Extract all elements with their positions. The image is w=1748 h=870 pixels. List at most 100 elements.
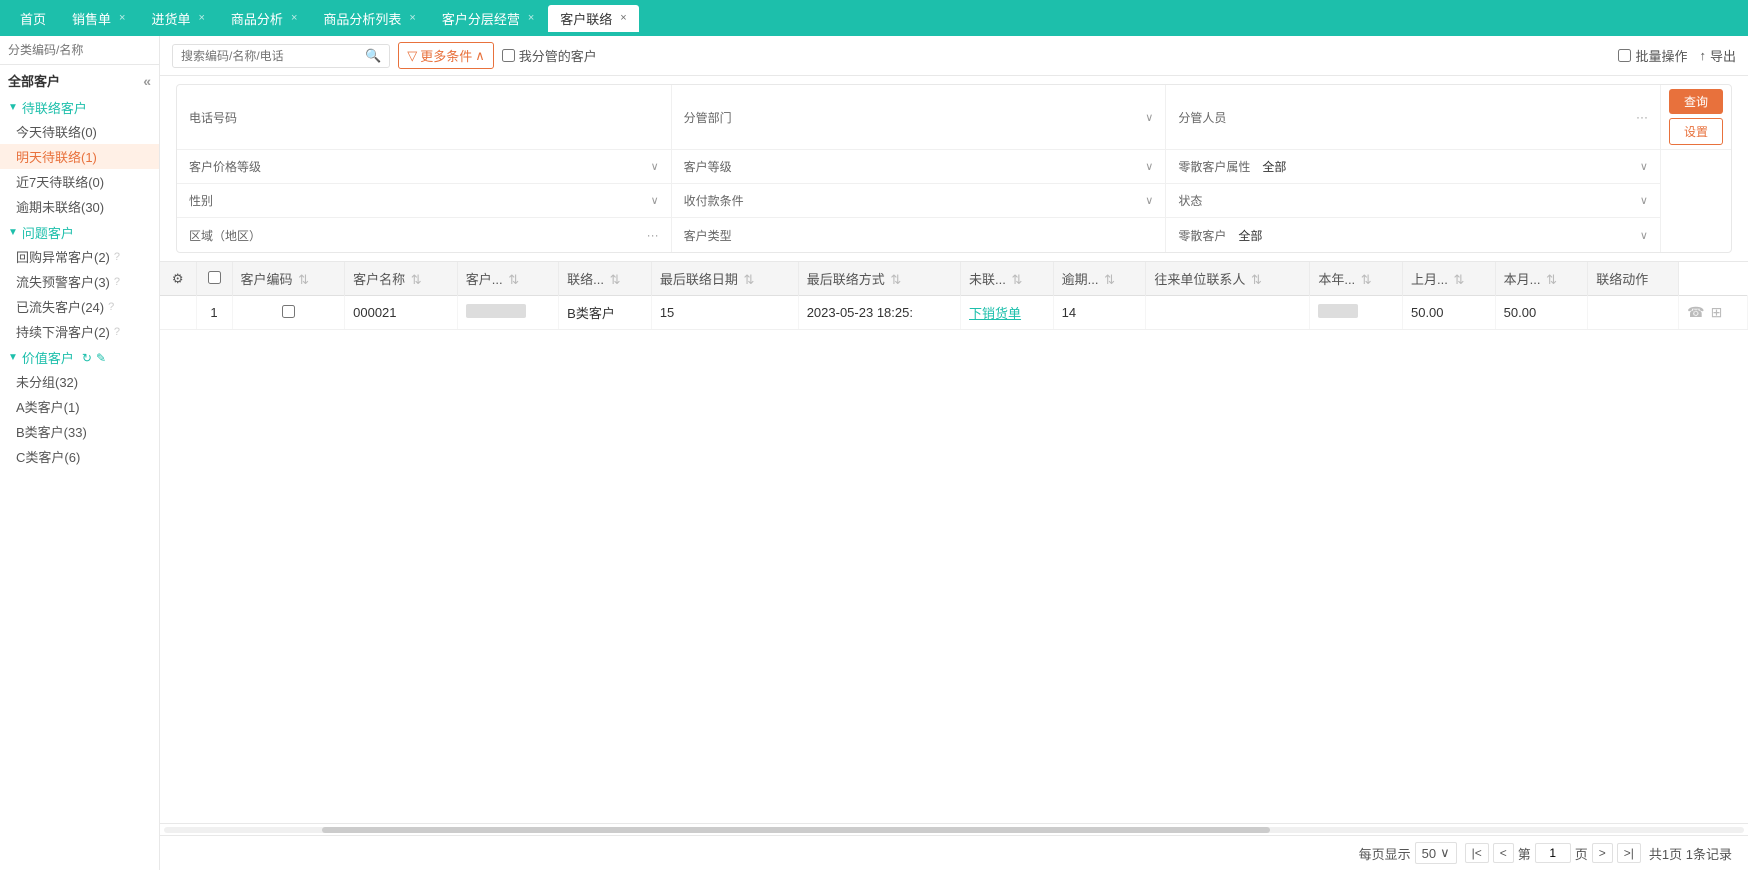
nav-customer-contact-label: 客户联络: [560, 9, 612, 28]
batch-op-btn[interactable]: 批量操作: [1618, 46, 1687, 65]
col-settings[interactable]: ⚙: [160, 262, 196, 296]
search-button[interactable]: 🔍: [365, 48, 381, 64]
batch-op-checkbox[interactable]: [1618, 49, 1631, 62]
search-input[interactable]: [181, 49, 361, 63]
nav-customer-contact[interactable]: 客户联络 ×: [548, 5, 638, 32]
type-sort-icon[interactable]: ⇅: [508, 272, 519, 287]
filter-customer-level-label: 客户等级: [684, 158, 732, 175]
reset-button[interactable]: 设置: [1669, 118, 1723, 145]
uncontacted-sort-icon[interactable]: ⇅: [1011, 272, 1022, 287]
col-type: 客户... ⇅: [457, 262, 558, 296]
sidebar-group-problem[interactable]: ▼ 问题客户: [0, 219, 159, 244]
code-sort-icon[interactable]: ⇅: [298, 272, 309, 287]
sidebar-item-overdue[interactable]: 逾期未联络(30): [0, 194, 159, 219]
prev-page-btn[interactable]: <: [1493, 843, 1514, 863]
sidebar-item-ungrouped[interactable]: 未分组(32): [0, 369, 159, 394]
this-year-sort-icon[interactable]: ⇅: [1361, 272, 1372, 287]
sidebar-item-declining[interactable]: 持续下滑客户(2) ?: [0, 319, 159, 344]
nav-home[interactable]: 首页: [8, 5, 58, 32]
filter-retail-attr-value: 全部: [1262, 158, 1286, 175]
nav-customer-tier-label: 客户分层经营: [442, 9, 520, 28]
query-button[interactable]: 查询: [1669, 89, 1723, 114]
search-box: 🔍: [172, 44, 390, 68]
value-group-label: 价值客户: [22, 348, 74, 367]
scrollbar-thumb[interactable]: [322, 827, 1270, 833]
filter-actions-col: 查询 设置: [1661, 85, 1731, 150]
filter-icon: ▽: [407, 48, 417, 64]
region-dots-icon[interactable]: ···: [647, 228, 659, 242]
table-area: ⚙ 客户编码 ⇅ 客户名称 ⇅ 客户... ⇅: [160, 262, 1748, 823]
row-checkbox[interactable]: [282, 305, 295, 318]
nav-sales[interactable]: 销售单 ×: [60, 5, 137, 32]
nav-purchase-close[interactable]: ×: [198, 12, 204, 24]
filter-dept-label: 分管部门: [684, 109, 732, 126]
this-month-sort-icon[interactable]: ⇅: [1546, 272, 1557, 287]
sidebar-group-pending[interactable]: ▼ 待联络客户: [0, 94, 159, 119]
more-action-icon[interactable]: ⊞: [1711, 304, 1723, 321]
next-page-btn[interactable]: >: [1592, 843, 1613, 863]
select-all-checkbox[interactable]: [208, 271, 221, 284]
nav-goods-analysis-label: 商品分析: [231, 9, 283, 28]
nav-goods-analysis[interactable]: 商品分析 ×: [219, 5, 309, 32]
last-page-btn[interactable]: >|: [1617, 843, 1641, 863]
my-customers-label: 我分管的客户: [519, 46, 597, 65]
sidebar-item-class-c[interactable]: C类客户(6): [0, 444, 159, 469]
last-date-sort-icon[interactable]: ⇅: [743, 272, 754, 287]
sidebar-item-churned[interactable]: 已流失客户(24) ?: [0, 294, 159, 319]
nav-goods-close[interactable]: ×: [291, 12, 297, 24]
col-contacts: 联络... ⇅: [559, 262, 652, 296]
row-contacts: 15: [651, 296, 798, 330]
nav-purchase[interactable]: 进货单 ×: [139, 5, 216, 32]
col-code: 客户编码 ⇅: [232, 262, 345, 296]
sidebar-item-week[interactable]: 近7天待联络(0): [0, 169, 159, 194]
col-check[interactable]: [196, 262, 232, 296]
per-page-value: 50: [1422, 846, 1436, 861]
sidebar-item-churn-warning[interactable]: 流失预警客户(3) ?: [0, 269, 159, 294]
nav-goods-analysis-list[interactable]: 商品分析列表 ×: [311, 5, 427, 32]
row-this-month: [1588, 296, 1679, 330]
col-this-year: 本年... ⇅: [1310, 262, 1403, 296]
filter-gender-cell: 性别 ∨: [177, 184, 672, 218]
my-customers-checkbox[interactable]: [502, 49, 515, 62]
my-customers-checkbox-area: 我分管的客户: [502, 46, 597, 65]
contacts-sort-icon[interactable]: ⇅: [610, 272, 621, 287]
nav-customer-tier-close[interactable]: ×: [528, 12, 534, 24]
page-input[interactable]: [1535, 843, 1571, 863]
export-icon: ↑: [1699, 48, 1706, 63]
sidebar-item-repurchase[interactable]: 回购异常客户(2) ?: [0, 244, 159, 269]
filter-dept-cell: 分管部门 ∨: [672, 85, 1167, 150]
filter-panel: 电话号码 分管部门 ∨ 分管人员 ··· 查询 设置: [160, 76, 1748, 262]
liaison-sort-icon[interactable]: ⇅: [1251, 272, 1262, 287]
row-last-method-link[interactable]: 下销货单: [969, 306, 1021, 321]
overdue-sort-icon[interactable]: ⇅: [1104, 272, 1115, 287]
nav-goods-list-close[interactable]: ×: [409, 12, 415, 24]
sidebar-group-value[interactable]: ▼ 价值客户 ↻ ✎: [0, 344, 159, 369]
nav-customer-tier[interactable]: 客户分层经营 ×: [430, 5, 546, 32]
sidebar-item-today[interactable]: 今天待联络(0): [0, 119, 159, 144]
nav-sales-close[interactable]: ×: [119, 12, 125, 24]
manager-dots-icon[interactable]: ···: [1636, 110, 1648, 124]
last-method-sort-icon[interactable]: ⇅: [890, 272, 901, 287]
refresh-icon[interactable]: ↻: [82, 351, 92, 365]
phone-action-icon[interactable]: ☎: [1687, 304, 1704, 321]
col-liaison-label: 往来单位联系人: [1154, 272, 1245, 287]
sidebar-item-class-a[interactable]: A类客户(1): [0, 394, 159, 419]
more-conditions-btn[interactable]: ▽ 更多条件 ∧: [398, 42, 494, 69]
first-page-btn[interactable]: |<: [1465, 843, 1489, 863]
name-sort-icon[interactable]: ⇅: [411, 272, 422, 287]
sidebar-item-class-b[interactable]: B类客户(33): [0, 419, 159, 444]
filter-retail-attr-label: 零散客户属性: [1178, 158, 1250, 175]
filter-payment-cell: 收付款条件 ∨: [672, 184, 1167, 218]
sidebar-item-tomorrow[interactable]: 明天待联络(1): [0, 144, 159, 169]
horizontal-scrollbar[interactable]: [160, 823, 1748, 835]
sidebar-search-input[interactable]: [8, 43, 160, 57]
page-size-box[interactable]: 50 ∨: [1415, 842, 1457, 864]
churn-warning-label: 流失预警客户(3): [16, 272, 110, 291]
edit-icon[interactable]: ✎: [96, 351, 106, 365]
filter-retail-customer-value: 全部: [1238, 227, 1262, 244]
last-month-sort-icon[interactable]: ⇅: [1453, 272, 1464, 287]
export-btn[interactable]: ↑ 导出: [1699, 46, 1736, 65]
nav-customer-contact-close[interactable]: ×: [620, 12, 626, 24]
filter-retail-attr-cell: 零散客户属性 全部 ∨: [1166, 150, 1661, 184]
sidebar-collapse-btn[interactable]: «: [143, 73, 151, 89]
